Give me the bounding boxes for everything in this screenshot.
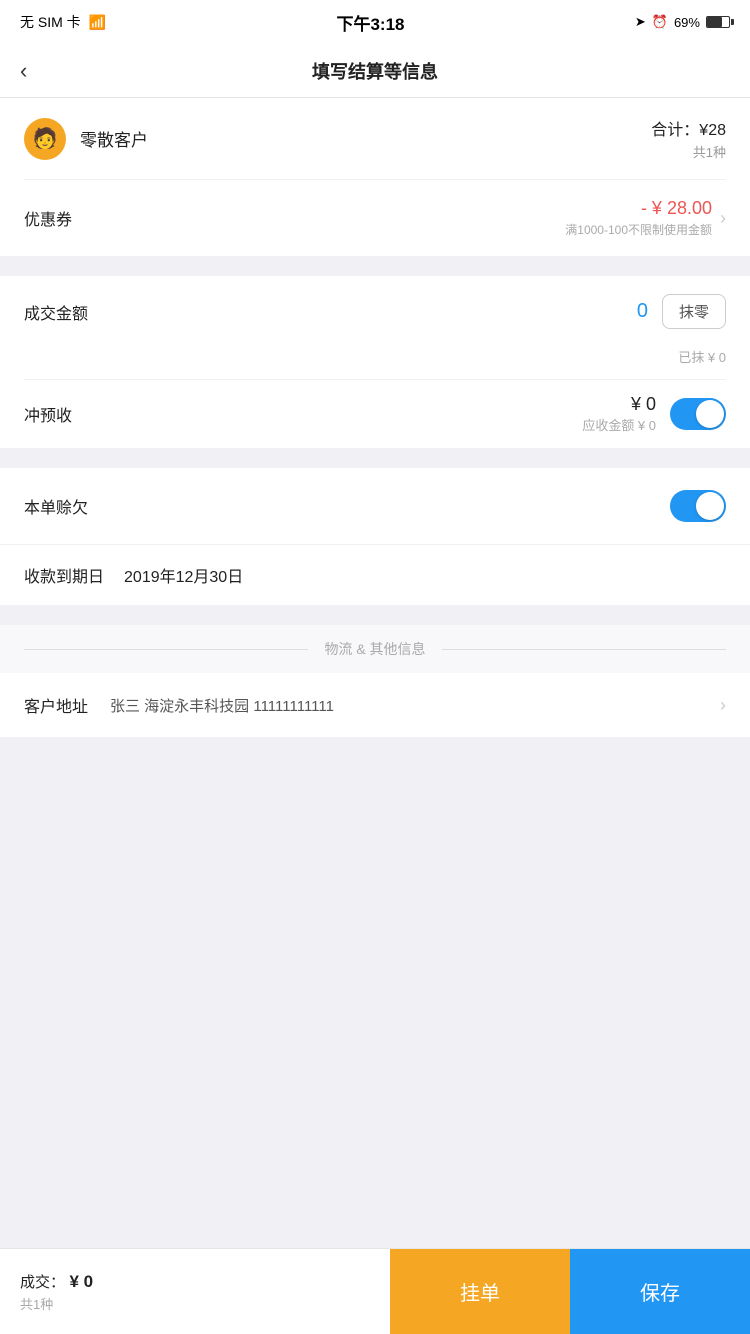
debt-toggle-knob bbox=[696, 492, 724, 520]
status-time: 下午3:18 bbox=[336, 10, 404, 35]
avatar: 🧑 bbox=[24, 118, 66, 160]
back-button[interactable]: ‹ bbox=[20, 58, 27, 84]
total-amount: 合计：¥28 bbox=[651, 116, 726, 140]
address-row[interactable]: 客户地址 张三 海淀永丰科技园 11111111111 › bbox=[0, 673, 750, 737]
coupon-chevron-icon: › bbox=[720, 208, 726, 229]
customer-row: 🧑 零散客户 合计：¥28 共1种 bbox=[0, 98, 750, 179]
prepay-sub-amount: 应收金额 ¥ 0 bbox=[582, 415, 656, 434]
debt-row: 本单赊欠 bbox=[0, 468, 750, 544]
save-button[interactable]: 保存 bbox=[570, 1249, 750, 1334]
logistics-line-left bbox=[24, 649, 308, 650]
prepay-main-amount: ¥ 0 bbox=[582, 394, 656, 415]
status-carrier: 无 SIM 卡 📶 bbox=[20, 12, 106, 32]
main-content: 🧑 零散客户 合计：¥28 共1种 优惠券 - ¥ 28.00 满1000-10… bbox=[0, 98, 750, 837]
bottom-deal-label: 成交： bbox=[20, 1274, 65, 1291]
debt-toggle[interactable] bbox=[670, 490, 726, 522]
address-label: 客户地址 bbox=[24, 693, 94, 717]
prepay-toggle[interactable] bbox=[670, 398, 726, 430]
logistics-header: 物流 & 其他信息 bbox=[0, 625, 750, 673]
prepay-right: ¥ 0 应收金额 ¥ 0 bbox=[582, 394, 726, 434]
coupon-right: - ¥ 28.00 满1000-100不限制使用金额 › bbox=[565, 198, 726, 238]
alarm-icon: ⏰ bbox=[652, 14, 668, 30]
coupon-label: 优惠券 bbox=[24, 206, 72, 230]
deal-amount-row: 成交金额 0 抹零 bbox=[0, 276, 750, 347]
bottom-count: 共1种 bbox=[20, 1294, 370, 1313]
avatar-icon: 🧑 bbox=[33, 126, 58, 151]
status-right: ➤ ⏰ 69% bbox=[635, 14, 730, 30]
deal-amount-right: 0 抹零 bbox=[618, 294, 726, 329]
total-count: 共1种 bbox=[651, 142, 726, 161]
status-bar: 无 SIM 卡 📶 下午3:18 ➤ ⏰ 69% bbox=[0, 0, 750, 44]
customer-total: 合计：¥28 共1种 bbox=[651, 116, 726, 161]
address-chevron-icon: › bbox=[720, 695, 726, 716]
round-zero-sub: 已抹 ¥ 0 bbox=[0, 347, 750, 379]
deal-amount-section: 成交金额 0 抹零 已抹 ¥ 0 冲预收 ¥ 0 应收金额 ¥ 0 bbox=[0, 276, 750, 448]
round-zero-button[interactable]: 抹零 bbox=[662, 294, 726, 329]
address-section: 客户地址 张三 海淀永丰科技园 11111111111 › bbox=[0, 673, 750, 737]
page-title: 填写结算等信息 bbox=[312, 58, 438, 84]
already-rounded-text: 已抹 ¥ 0 bbox=[678, 350, 726, 365]
coupon-discount: - ¥ 28.00 bbox=[565, 198, 712, 219]
customer-info: 🧑 零散客户 bbox=[24, 118, 148, 160]
bottom-deal-row: 成交： ¥ 0 bbox=[20, 1271, 370, 1292]
hangup-button[interactable]: 挂单 bbox=[390, 1249, 570, 1334]
deal-amount-label: 成交金额 bbox=[24, 300, 88, 324]
coupon-desc: 满1000-100不限制使用金额 bbox=[565, 221, 712, 238]
nav-bar: ‹ 填写结算等信息 bbox=[0, 44, 750, 98]
debt-section: 本单赊欠 收款到期日 2019年12月30日 bbox=[0, 468, 750, 605]
battery-text: 69% bbox=[674, 15, 700, 30]
section-divider3 bbox=[0, 615, 750, 625]
coupon-info: - ¥ 28.00 满1000-100不限制使用金额 bbox=[565, 198, 712, 238]
bottom-deal-amount: ¥ 0 bbox=[69, 1272, 93, 1291]
duedate-row[interactable]: 收款到期日 2019年12月30日 bbox=[0, 544, 750, 605]
bottom-info: 成交： ¥ 0 共1种 bbox=[0, 1249, 390, 1334]
prepay-label: 冲预收 bbox=[24, 402, 72, 426]
customer-section: 🧑 零散客户 合计：¥28 共1种 优惠券 - ¥ 28.00 满1000-10… bbox=[0, 98, 750, 256]
prepay-amounts: ¥ 0 应收金额 ¥ 0 bbox=[582, 394, 656, 434]
section-divider2 bbox=[0, 458, 750, 468]
carrier-text: 无 SIM 卡 bbox=[20, 12, 81, 32]
logistics-line-right bbox=[442, 649, 726, 650]
location-icon: ➤ bbox=[635, 14, 646, 30]
toggle-knob bbox=[696, 400, 724, 428]
address-value: 张三 海淀永丰科技园 11111111111 bbox=[110, 695, 720, 716]
duedate-value: 2019年12月30日 bbox=[124, 563, 243, 587]
logistics-text: 物流 & 其他信息 bbox=[308, 639, 441, 659]
wifi-icon: 📶 bbox=[89, 14, 106, 31]
battery-icon bbox=[706, 16, 730, 28]
prepay-row: 冲预收 ¥ 0 应收金额 ¥ 0 bbox=[0, 380, 750, 448]
bottom-bar: 成交： ¥ 0 共1种 挂单 保存 bbox=[0, 1248, 750, 1334]
debt-label: 本单赊欠 bbox=[24, 494, 88, 518]
deal-amount-input[interactable]: 0 bbox=[618, 300, 648, 323]
duedate-label: 收款到期日 bbox=[24, 563, 104, 587]
coupon-row[interactable]: 优惠券 - ¥ 28.00 满1000-100不限制使用金额 › bbox=[0, 180, 750, 256]
customer-name: 零散客户 bbox=[80, 126, 148, 151]
section-divider bbox=[0, 266, 750, 276]
